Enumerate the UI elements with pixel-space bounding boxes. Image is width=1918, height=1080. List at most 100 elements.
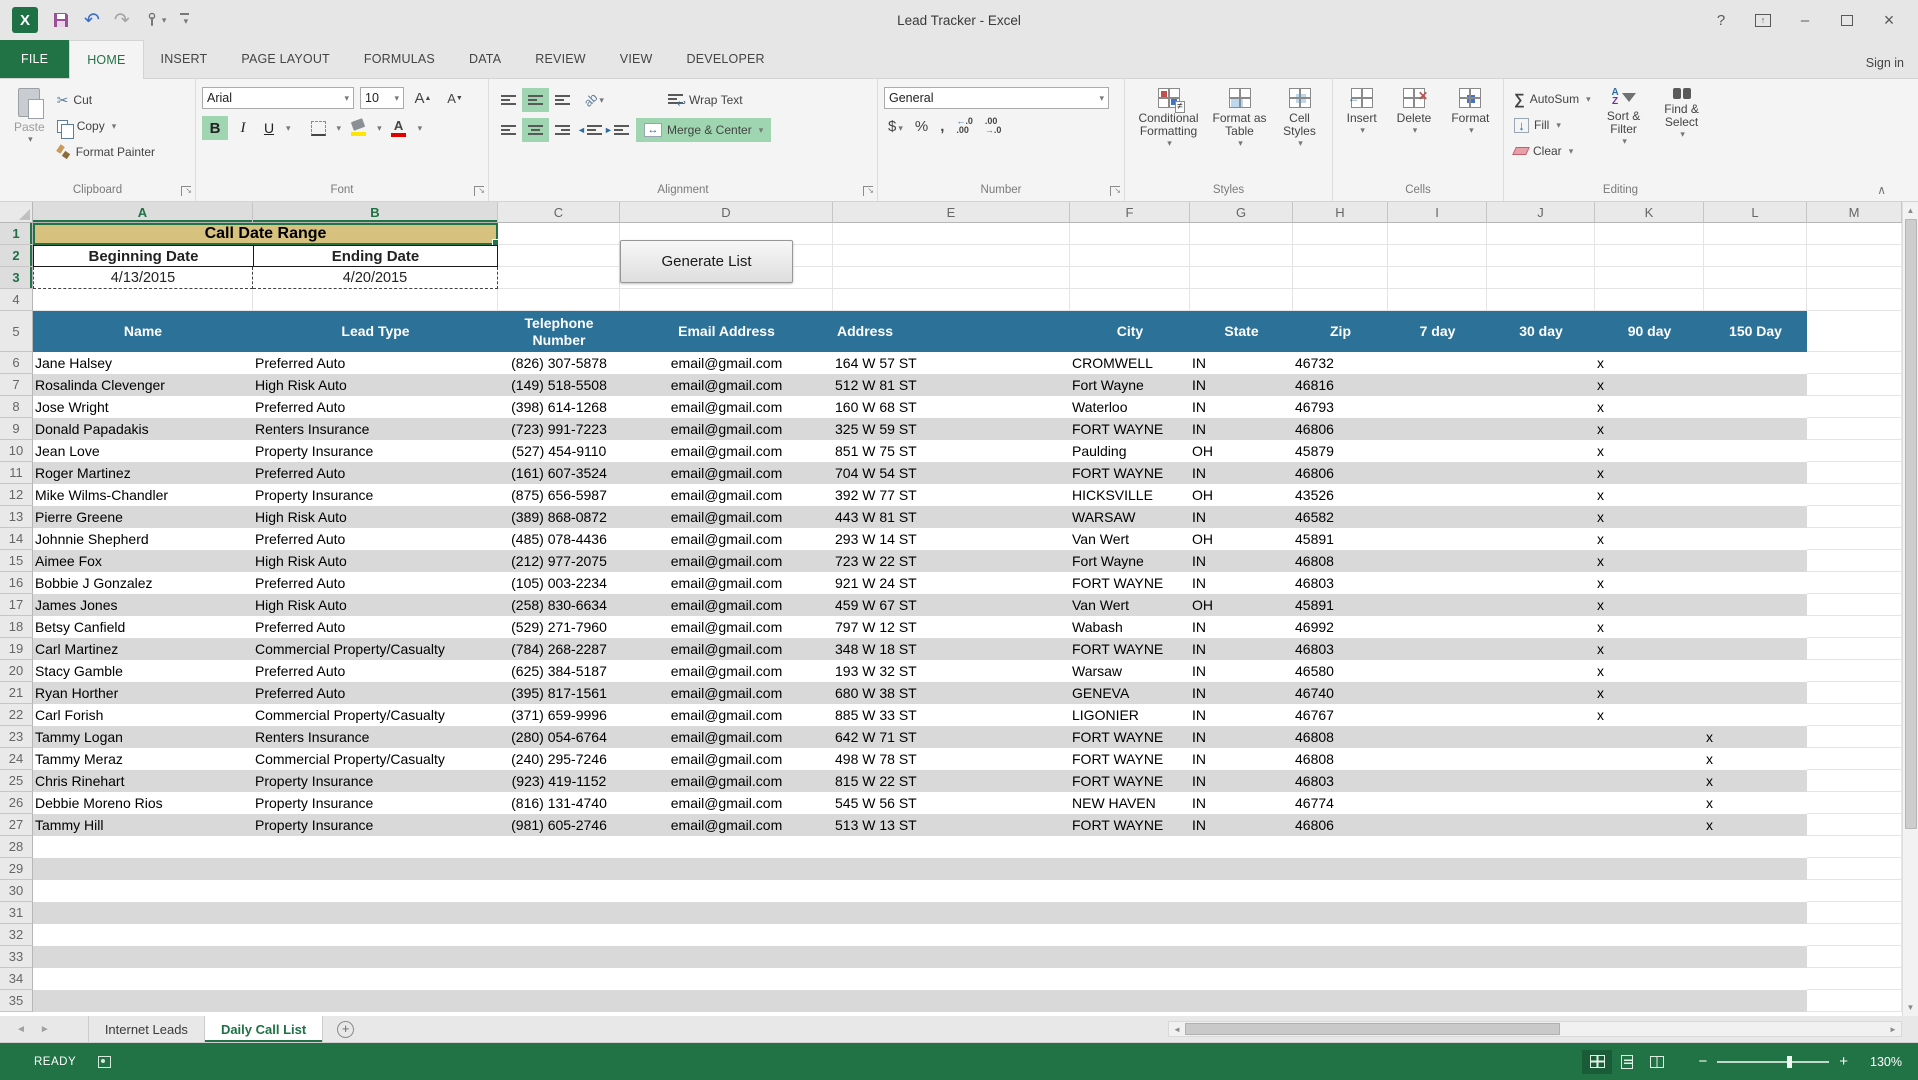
column-header-F[interactable]: F — [1070, 202, 1190, 223]
row-header-25[interactable]: 25 — [0, 770, 33, 792]
ribbon-tab-file[interactable]: FILE — [0, 40, 69, 78]
table-row-cell[interactable]: 46793 — [1293, 396, 1388, 418]
cell[interactable] — [1807, 704, 1902, 726]
row-header-7[interactable]: 7 — [0, 374, 33, 396]
cell[interactable] — [1807, 726, 1902, 748]
table-row-cell[interactable]: 513 W 13 ST — [833, 814, 1070, 836]
table-header-cell[interactable]: Email Address — [620, 311, 833, 352]
redo-icon[interactable]: ↷ — [114, 11, 130, 30]
cell[interactable] — [833, 990, 1070, 1012]
cell[interactable] — [33, 946, 253, 968]
row-header-9[interactable]: 9 — [0, 418, 33, 440]
cell[interactable] — [1293, 858, 1388, 880]
cell[interactable] — [1704, 858, 1807, 880]
copy-button[interactable]: Copy▾ — [53, 113, 159, 139]
table-row-cell[interactable] — [1704, 484, 1807, 506]
row-header-29[interactable]: 29 — [0, 858, 33, 880]
table-row-cell[interactable]: email@gmail.com — [620, 792, 833, 814]
table-row-cell[interactable] — [1595, 748, 1704, 770]
decrease-decimal-button[interactable]: .00→.0 — [985, 117, 1002, 135]
table-row-cell[interactable]: (389) 868-0872 — [498, 506, 620, 528]
cell[interactable] — [620, 289, 833, 311]
table-row-cell[interactable]: Waterloo — [1070, 396, 1190, 418]
cell[interactable] — [1388, 968, 1487, 990]
table-row-cell[interactable]: Commercial Property/Casualty — [253, 704, 498, 726]
table-header-cell[interactable]: Address — [833, 311, 1070, 352]
cell[interactable] — [1293, 946, 1388, 968]
table-row-cell[interactable]: 46803 — [1293, 638, 1388, 660]
sort-filter-button[interactable]: AZ Sort & Filter▾ — [1595, 84, 1653, 181]
table-row-cell[interactable]: 293 W 14 ST — [833, 528, 1070, 550]
table-row-cell[interactable]: x — [1704, 792, 1807, 814]
table-row-cell[interactable]: Aimee Fox — [33, 550, 253, 572]
row-header-22[interactable]: 22 — [0, 704, 33, 726]
decrease-indent-button[interactable]: ◄ — [576, 118, 603, 142]
table-row-cell[interactable]: Tammy Hill — [33, 814, 253, 836]
table-row-cell[interactable]: x — [1595, 660, 1704, 682]
cell[interactable] — [1807, 858, 1902, 880]
format-as-table-button[interactable]: Format as Table▾ — [1208, 84, 1272, 181]
ribbon-tab-data[interactable]: DATA — [452, 40, 518, 78]
table-row-cell[interactable]: Renters Insurance — [253, 726, 498, 748]
table-row-cell[interactable] — [1487, 374, 1595, 396]
bold-button[interactable]: B — [202, 116, 228, 140]
table-row-cell[interactable]: x — [1704, 814, 1807, 836]
cell[interactable] — [33, 858, 253, 880]
cell[interactable] — [1487, 990, 1595, 1012]
customize-qat-icon[interactable]: ▾ — [180, 13, 189, 27]
table-row-cell[interactable]: 851 W 75 ST — [833, 440, 1070, 462]
table-header-cell[interactable]: Telephone Number — [498, 311, 620, 352]
undo-icon[interactable]: ↶ — [84, 11, 100, 30]
table-row-cell[interactable]: Preferred Auto — [253, 462, 498, 484]
cell[interactable] — [1807, 572, 1902, 594]
table-row-cell[interactable]: email@gmail.com — [620, 374, 833, 396]
table-row-cell[interactable]: Wabash — [1070, 616, 1190, 638]
table-row-cell[interactable] — [1487, 594, 1595, 616]
font-name-combo[interactable]: Arial▾ — [202, 87, 354, 109]
cell[interactable] — [1704, 990, 1807, 1012]
increase-font-size-button[interactable]: A▲ — [410, 90, 436, 107]
table-row-cell[interactable] — [1487, 660, 1595, 682]
cell[interactable] — [1704, 289, 1807, 311]
table-row-cell[interactable] — [1704, 352, 1807, 374]
table-row-cell[interactable]: High Risk Auto — [253, 550, 498, 572]
cell[interactable] — [833, 245, 1070, 267]
row-header-3[interactable]: 3 — [0, 267, 33, 289]
dialog-launcher-icon[interactable] — [1110, 186, 1120, 196]
cell[interactable] — [1070, 968, 1190, 990]
table-row-cell[interactable]: Preferred Auto — [253, 572, 498, 594]
table-row-cell[interactable]: IN — [1190, 726, 1293, 748]
cell[interactable] — [1388, 245, 1487, 267]
table-row-cell[interactable]: 797 W 12 ST — [833, 616, 1070, 638]
zoom-slider-thumb[interactable] — [1787, 1056, 1792, 1068]
column-header-K[interactable]: K — [1595, 202, 1704, 223]
table-row-cell[interactable]: x — [1595, 440, 1704, 462]
cell[interactable] — [498, 245, 620, 267]
table-row-cell[interactable]: email@gmail.com — [620, 682, 833, 704]
cell[interactable] — [1070, 836, 1190, 858]
scroll-up-icon[interactable]: ▲ — [1903, 202, 1918, 219]
maximize-button[interactable] — [1826, 6, 1868, 34]
cell[interactable] — [498, 902, 620, 924]
table-row-cell[interactable]: Warsaw — [1070, 660, 1190, 682]
table-row-cell[interactable]: FORT WAYNE — [1070, 572, 1190, 594]
table-row-cell[interactable]: (784) 268-2287 — [498, 638, 620, 660]
cell[interactable] — [1807, 660, 1902, 682]
table-header-cell[interactable]: Name — [33, 311, 253, 352]
table-row-cell[interactable]: 164 W 57 ST — [833, 352, 1070, 374]
table-row-cell[interactable] — [1704, 594, 1807, 616]
table-row-cell[interactable]: GENEVA — [1070, 682, 1190, 704]
table-row-cell[interactable]: x — [1595, 418, 1704, 440]
cell[interactable] — [833, 968, 1070, 990]
cell[interactable] — [1807, 924, 1902, 946]
cell[interactable] — [1807, 245, 1902, 267]
cell[interactable] — [1190, 858, 1293, 880]
cell[interactable] — [253, 880, 498, 902]
table-row-cell[interactable] — [1388, 704, 1487, 726]
table-row-cell[interactable] — [1487, 770, 1595, 792]
cell[interactable] — [620, 968, 833, 990]
table-row-cell[interactable]: Property Insurance — [253, 770, 498, 792]
table-row-cell[interactable] — [1487, 550, 1595, 572]
table-row-cell[interactable] — [1388, 616, 1487, 638]
cell[interactable] — [1807, 946, 1902, 968]
